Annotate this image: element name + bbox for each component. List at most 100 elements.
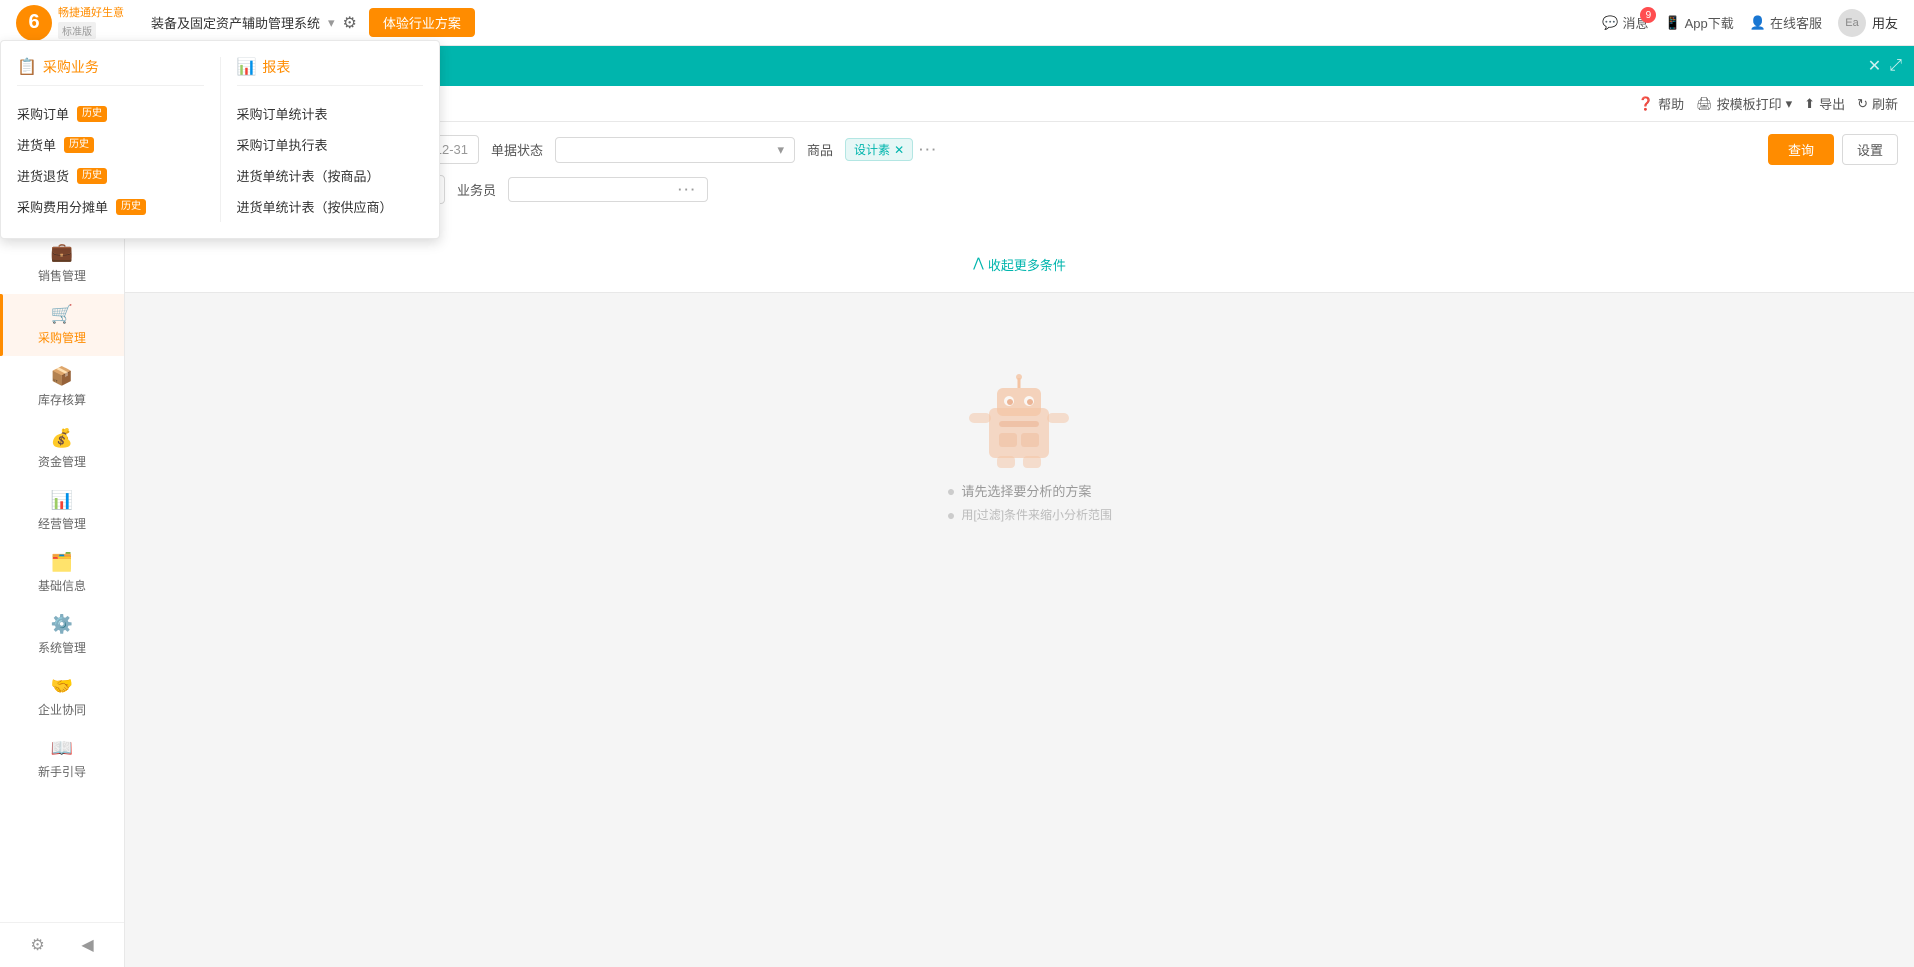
- logo-tag: 标准版: [58, 22, 96, 39]
- logo-icon: 6: [16, 5, 52, 41]
- dropdown-col-title-business: 📋 采购业务: [125, 57, 204, 86]
- export-btn[interactable]: ⬆ 导出: [1804, 94, 1845, 113]
- sidebar-item-inventory[interactable]: 📦 库存核算: [0, 356, 124, 418]
- dropdown-col-title-reports: 📊 报表: [237, 57, 424, 86]
- sales-icon: 💼: [51, 242, 73, 263]
- inventory-icon: 📦: [51, 366, 73, 387]
- purchase-icon: 🛒: [51, 304, 73, 325]
- collapse-text: 收起更多条件: [988, 255, 1066, 274]
- status-dropdown-icon: ▾: [778, 142, 785, 158]
- sidebar-item-purchase[interactable]: 🛒 采购管理: [0, 294, 124, 356]
- sidebar-label-enterprise: 企业协同: [38, 701, 86, 718]
- template-print-btn[interactable]: 🖨 按模板打印 ▾: [1696, 94, 1792, 113]
- sidebar-collapse-btn[interactable]: ◀: [81, 935, 93, 955]
- purchase-dropdown-menu: 📋 采购业务 采购订单 历史 进货单 历史 进货退货 历史 采购费用分摊单: [125, 46, 440, 239]
- incoming-supplier-label: 进货单统计表（按供应商）: [237, 197, 393, 216]
- sidebar-item-finance[interactable]: 💰 资金管理: [0, 418, 124, 480]
- online-service-label: 在线客服: [1770, 13, 1822, 32]
- collapse-row[interactable]: ⋀ 收起更多条件: [141, 249, 1898, 280]
- help-btn[interactable]: ❓ 帮助: [1638, 94, 1684, 113]
- salesperson-dots[interactable]: ···: [678, 182, 697, 197]
- sidebar-label-finance: 资金管理: [38, 453, 86, 470]
- sidebar-bottom: ⚙ ◀: [0, 922, 124, 967]
- app-download-label: App下载: [1685, 13, 1734, 32]
- goods-dots[interactable]: ···: [919, 142, 938, 157]
- setting-btn[interactable]: 设置: [1842, 134, 1898, 165]
- reports-col-icon: 📊: [237, 57, 257, 77]
- dropdown-item-order-stats[interactable]: 采购订单统计表: [237, 98, 424, 129]
- dropdown-item-return[interactable]: 进货退货 历史: [125, 160, 204, 191]
- message-badge: 9: [1640, 7, 1656, 23]
- refresh-btn[interactable]: ↻ 刷新: [1857, 94, 1898, 113]
- system-dropdown-icon[interactable]: ▾: [328, 15, 335, 31]
- logo-text: 畅捷通好生意: [58, 6, 124, 20]
- salesperson-select[interactable]: ···: [508, 177, 708, 202]
- basic-icon: 🗂️: [51, 552, 73, 573]
- dropdown-col-business: 📋 采购业务 采购订单 历史 进货单 历史 进货退货 历史 采购费用分摊单: [125, 57, 204, 222]
- sidebar-label-inventory: 库存核算: [38, 391, 86, 408]
- logo-area: 6 畅捷通好生意 标准版: [16, 5, 141, 41]
- service-icon: 👤: [1750, 15, 1766, 31]
- dropdown-divider: [220, 57, 221, 222]
- industry-btn[interactable]: 体验行业方案: [369, 8, 475, 37]
- hint-text-1: 请先选择要分析的方案: [961, 481, 1091, 500]
- sidebar-item-enterprise[interactable]: 🤝 企业协同: [0, 666, 124, 728]
- status-select[interactable]: ▾: [555, 137, 795, 163]
- placeholder-illustration: [959, 373, 1079, 473]
- dropdown-item-incoming[interactable]: 进货单 历史: [125, 129, 204, 160]
- collapse-icon: ⋀: [973, 255, 984, 274]
- dropdown-item-incoming-supplier[interactable]: 进货单统计表（按供应商）: [237, 191, 424, 222]
- settings-icon[interactable]: ⚙: [343, 13, 357, 33]
- online-service-action[interactable]: 👤 在线客服: [1750, 13, 1822, 32]
- sidebar-label-basic: 基础信息: [38, 577, 86, 594]
- hint-bullet-1: ●: [947, 483, 955, 499]
- reports-col-label: 报表: [262, 57, 290, 77]
- sidebar-item-sales[interactable]: 💼 销售管理: [0, 232, 124, 294]
- content-area: 首页 销售排行榜 ✕ ✕ ⤢ ❓ 帮助 🖨 按模板打印: [125, 46, 1914, 967]
- avatar: Ea: [1838, 9, 1866, 37]
- query-btn[interactable]: 查询: [1768, 134, 1834, 165]
- goods-tag-text: 设计素: [854, 141, 890, 158]
- sidebar-item-operation[interactable]: 📊 经营管理: [0, 480, 124, 542]
- header-right: 💬 消息 9 📱 App下载 👤 在线客服 Ea 用友: [1602, 9, 1898, 37]
- phone-icon: 📱: [1664, 15, 1680, 31]
- guide-icon: 📖: [51, 738, 73, 759]
- header-system: 装备及固定资产辅助管理系统 ▾ ⚙ 体验行业方案: [141, 8, 1602, 37]
- help-label: 帮助: [1658, 94, 1684, 113]
- active-bar: [0, 294, 3, 356]
- tab-close-all-icon[interactable]: ✕: [1868, 56, 1881, 76]
- tab-expand-icon[interactable]: ⤢: [1889, 57, 1902, 75]
- avatar-initials: Ea: [1845, 17, 1858, 29]
- dropdown-item-purchase-order[interactable]: 采购订单 历史: [125, 98, 204, 129]
- system-icon: ⚙️: [51, 614, 73, 635]
- goods-tag-close[interactable]: ✕: [894, 143, 904, 157]
- dropdown-item-purchase-fee[interactable]: 采购费用分摊单 历史: [125, 191, 204, 222]
- sidebar-item-system[interactable]: ⚙️ 系统管理: [0, 604, 124, 666]
- tab-bar-right: ✕ ⤢: [1868, 56, 1914, 76]
- main-layout: 🔍 搜索菜单 ⚡ 快捷导航 📣 营销推广 💼 销售管理 🛒 采购管理 📦 库存核…: [0, 46, 1914, 967]
- sidebar-item-basic[interactable]: 🗂️ 基础信息: [0, 542, 124, 604]
- filter-actions: 查询 设置: [1768, 134, 1898, 165]
- app-download-action[interactable]: 📱 App下载: [1664, 13, 1733, 32]
- goods-filter: 设计素 ✕ ···: [845, 138, 1005, 161]
- user-info[interactable]: Ea 用友: [1838, 9, 1898, 37]
- print-dropdown-icon: ▾: [1786, 96, 1793, 112]
- message-action[interactable]: 💬 消息 9: [1602, 13, 1648, 32]
- status-label: 单据状态: [491, 140, 543, 159]
- finance-icon: 💰: [51, 428, 73, 449]
- goods-tag: 设计素 ✕: [845, 138, 913, 161]
- placeholder: ● 请先选择要分析的方案 ● 用[过滤]条件来缩小分析范围: [927, 373, 1112, 523]
- sidebar-item-guide[interactable]: 📖 新手引导: [0, 728, 124, 790]
- dropdown-item-incoming-goods[interactable]: 进货单统计表（按商品）: [237, 160, 424, 191]
- salesperson-label: 业务员: [457, 180, 496, 199]
- sidebar-settings-btn[interactable]: ⚙: [30, 935, 44, 955]
- sidebar-label-operation: 经营管理: [38, 515, 86, 532]
- export-label: 导出: [1819, 94, 1845, 113]
- print-icon: 🖨: [1696, 96, 1713, 112]
- operation-icon: 📊: [51, 490, 73, 511]
- dropdown-item-order-exec[interactable]: 采购订单执行表: [237, 129, 424, 160]
- user-label: 用友: [1872, 13, 1898, 32]
- incoming-goods-label: 进货单统计表（按商品）: [237, 166, 380, 185]
- dropdown-col-reports: 📊 报表 采购订单统计表 采购订单执行表 进货单统计表（按商品） 进货单统计表（…: [237, 57, 424, 222]
- order-exec-label: 采购订单执行表: [237, 135, 328, 154]
